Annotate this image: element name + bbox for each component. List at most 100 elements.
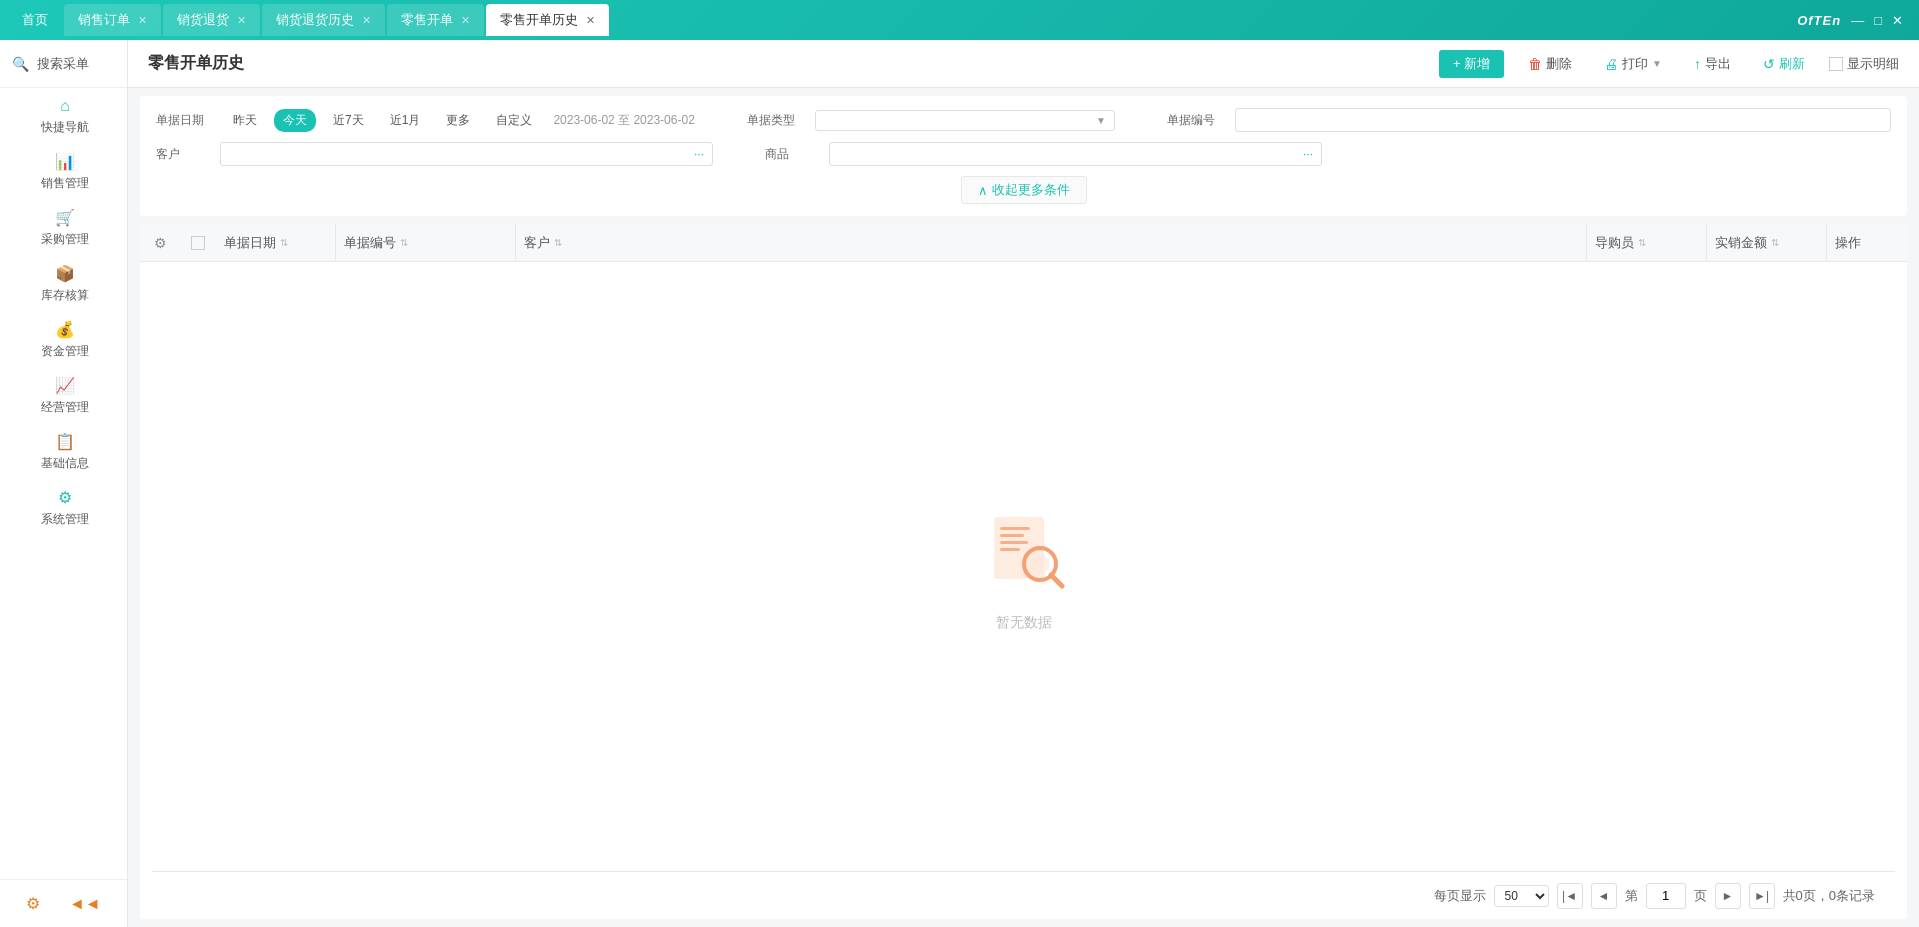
current-page-input[interactable] bbox=[1646, 883, 1686, 909]
th-customer-label: 客户 bbox=[524, 234, 550, 252]
date-btn-more[interactable]: 更多 bbox=[437, 109, 479, 132]
table-settings-icon[interactable]: ⚙ bbox=[140, 235, 180, 251]
date-btn-1month[interactable]: 近1月 bbox=[381, 109, 430, 132]
next-page-btn[interactable]: ► bbox=[1715, 883, 1741, 909]
table-checkbox-all[interactable] bbox=[180, 236, 216, 250]
collapse-btn[interactable]: ∧ 收起更多条件 bbox=[961, 176, 1087, 204]
inventory-icon: 📦 bbox=[55, 264, 75, 283]
th-guide-label: 导购员 bbox=[1595, 234, 1634, 252]
close-tab-sales-order[interactable]: ✕ bbox=[138, 14, 147, 27]
sidebar-item-inventory[interactable]: 📦 库存核算 bbox=[0, 256, 127, 312]
filter-area: 单据日期 昨天 今天 近7天 近1月 更多 自定义 2023-06-02 至 2… bbox=[140, 96, 1907, 216]
svg-rect-3 bbox=[1000, 541, 1028, 544]
sidebar-search-label: 搜索采单 bbox=[37, 55, 89, 73]
customer-filter-group: 客户 ··· bbox=[156, 142, 713, 166]
tab-sales-return-label: 销货退货 bbox=[177, 11, 229, 29]
last-page-btn[interactable]: ►| bbox=[1749, 883, 1775, 909]
close-tab-sales-return-history[interactable]: ✕ bbox=[362, 14, 371, 27]
tab-sales-return-history[interactable]: 销货退货历史 ✕ bbox=[262, 4, 385, 36]
collapse-arrow-icon: ∧ bbox=[978, 183, 988, 198]
finance-icon: 💰 bbox=[55, 320, 75, 339]
th-amount-sort-icon: ⇅ bbox=[1771, 237, 1779, 248]
svg-rect-2 bbox=[1000, 534, 1024, 537]
svg-rect-4 bbox=[1000, 548, 1020, 551]
main-layout: 🔍 搜索采单 ⌂ 快捷导航 📊 销售管理 🛒 采购管理 📦 库存核算 💰 资金管… bbox=[0, 40, 1919, 927]
num-filter-label: 单据编号 bbox=[1167, 112, 1223, 129]
select-all-checkbox[interactable] bbox=[191, 236, 205, 250]
basic-info-icon: 📋 bbox=[55, 432, 75, 451]
date-btn-yesterday[interactable]: 昨天 bbox=[224, 109, 266, 132]
close-tab-retail-history[interactable]: ✕ bbox=[586, 14, 595, 27]
maximize-btn[interactable]: □ bbox=[1874, 13, 1882, 28]
filter-row-2: 客户 ··· 商品 ··· bbox=[156, 142, 1891, 166]
system-icon: ⚙ bbox=[58, 488, 72, 507]
show-detail-toggle[interactable]: 显示明细 bbox=[1829, 55, 1899, 73]
page-total: 共0页，0条记录 bbox=[1783, 887, 1875, 905]
print-icon: 🖨 bbox=[1604, 56, 1618, 72]
sidebar-item-quick-nav[interactable]: ⌂ 快捷导航 bbox=[0, 88, 127, 144]
tab-sales-return[interactable]: 销货退货 ✕ bbox=[163, 4, 260, 36]
sidebar-item-basic-info[interactable]: 📋 基础信息 bbox=[0, 424, 127, 480]
table-area: ⚙ 单据日期 ⇅ 单据编号 ⇅ 客户 ⇅ 导购员 ⇅ bbox=[140, 224, 1907, 919]
page-size-select[interactable]: 50 100 200 bbox=[1494, 885, 1549, 907]
th-num[interactable]: 单据编号 ⇅ bbox=[336, 224, 516, 261]
customer-filter-input-wrap[interactable]: ··· bbox=[220, 142, 713, 166]
goods-filter-input[interactable] bbox=[838, 147, 1299, 161]
tab-home[interactable]: 首页 bbox=[8, 4, 62, 36]
export-label: 导出 bbox=[1705, 55, 1731, 73]
date-btn-custom[interactable]: 自定义 bbox=[487, 109, 541, 132]
th-guide[interactable]: 导购员 ⇅ bbox=[1587, 224, 1707, 261]
sidebar-item-operations[interactable]: 📈 经营管理 bbox=[0, 368, 127, 424]
sidebar-search[interactable]: 🔍 搜索采单 bbox=[0, 40, 127, 88]
page-header: 零售开单历史 + 新增 🗑 删除 🖨 打印 ▼ ↑ 导出 ↺ bbox=[128, 40, 1919, 88]
goods-filter-label: 商品 bbox=[765, 146, 821, 163]
export-icon: ↑ bbox=[1694, 56, 1701, 72]
sidebar: 🔍 搜索采单 ⌂ 快捷导航 📊 销售管理 🛒 采购管理 📦 库存核算 💰 资金管… bbox=[0, 40, 128, 927]
print-arrow-icon: ▼ bbox=[1652, 58, 1662, 69]
th-amount[interactable]: 实销金额 ⇅ bbox=[1707, 224, 1827, 261]
sidebar-item-sales-label: 销售管理 bbox=[41, 175, 89, 192]
sidebar-item-finance-label: 资金管理 bbox=[41, 343, 89, 360]
th-guide-sort-icon: ⇅ bbox=[1638, 237, 1646, 248]
minimize-btn[interactable]: — bbox=[1851, 13, 1864, 28]
num-filter-input-wrap[interactable] bbox=[1235, 108, 1891, 132]
export-button[interactable]: ↑ 导出 bbox=[1686, 51, 1739, 77]
tab-retail-order[interactable]: 零售开单 ✕ bbox=[387, 4, 484, 36]
sidebar-item-sales[interactable]: 📊 销售管理 bbox=[0, 144, 127, 200]
date-btn-today[interactable]: 今天 bbox=[274, 109, 316, 132]
delete-button[interactable]: 🗑 删除 bbox=[1520, 51, 1580, 77]
type-filter-arrow-icon: ▼ bbox=[1096, 115, 1106, 126]
sidebar-item-system[interactable]: ⚙ 系统管理 bbox=[0, 480, 127, 536]
collapse-sidebar-icon[interactable]: ◄◄ bbox=[69, 895, 101, 913]
show-detail-checkbox[interactable] bbox=[1829, 57, 1843, 71]
close-tab-sales-return[interactable]: ✕ bbox=[237, 14, 246, 27]
prev-page-btn[interactable]: ◄ bbox=[1591, 883, 1617, 909]
sidebar-item-purchase[interactable]: 🛒 采购管理 bbox=[0, 200, 127, 256]
sidebar-item-finance[interactable]: 💰 资金管理 bbox=[0, 312, 127, 368]
customer-filter-dots[interactable]: ··· bbox=[694, 147, 704, 161]
first-page-btn[interactable]: |◄ bbox=[1557, 883, 1583, 909]
print-button[interactable]: 🖨 打印 ▼ bbox=[1596, 51, 1670, 77]
svg-point-6 bbox=[1030, 554, 1050, 574]
customer-filter-input[interactable] bbox=[229, 147, 690, 161]
settings-bottom-icon[interactable]: ⚙ bbox=[26, 894, 40, 913]
num-filter-input[interactable] bbox=[1244, 113, 1882, 127]
refresh-button[interactable]: ↺ 刷新 bbox=[1755, 51, 1813, 77]
customer-filter-label: 客户 bbox=[156, 146, 212, 163]
add-button[interactable]: + 新增 bbox=[1439, 50, 1504, 78]
th-date[interactable]: 单据日期 ⇅ bbox=[216, 224, 336, 261]
th-customer[interactable]: 客户 ⇅ bbox=[516, 224, 1587, 261]
type-filter-select[interactable]: ▼ bbox=[815, 110, 1115, 131]
page-label-before: 第 bbox=[1625, 887, 1638, 905]
goods-filter-input-wrap[interactable]: ··· bbox=[829, 142, 1322, 166]
th-customer-sort-icon: ⇅ bbox=[554, 237, 562, 248]
goods-filter-dots[interactable]: ··· bbox=[1303, 147, 1313, 161]
close-btn-window[interactable]: ✕ bbox=[1892, 13, 1903, 28]
content-area: 零售开单历史 + 新增 🗑 删除 🖨 打印 ▼ ↑ 导出 ↺ bbox=[128, 40, 1919, 927]
sidebar-item-purchase-label: 采购管理 bbox=[41, 231, 89, 248]
date-btn-7days[interactable]: 近7天 bbox=[324, 109, 373, 132]
close-tab-retail-order[interactable]: ✕ bbox=[461, 14, 470, 27]
svg-line-7 bbox=[1051, 575, 1062, 586]
tab-retail-history[interactable]: 零售开单历史 ✕ bbox=[486, 4, 609, 36]
tab-sales-order[interactable]: 销售订单 ✕ bbox=[64, 4, 161, 36]
